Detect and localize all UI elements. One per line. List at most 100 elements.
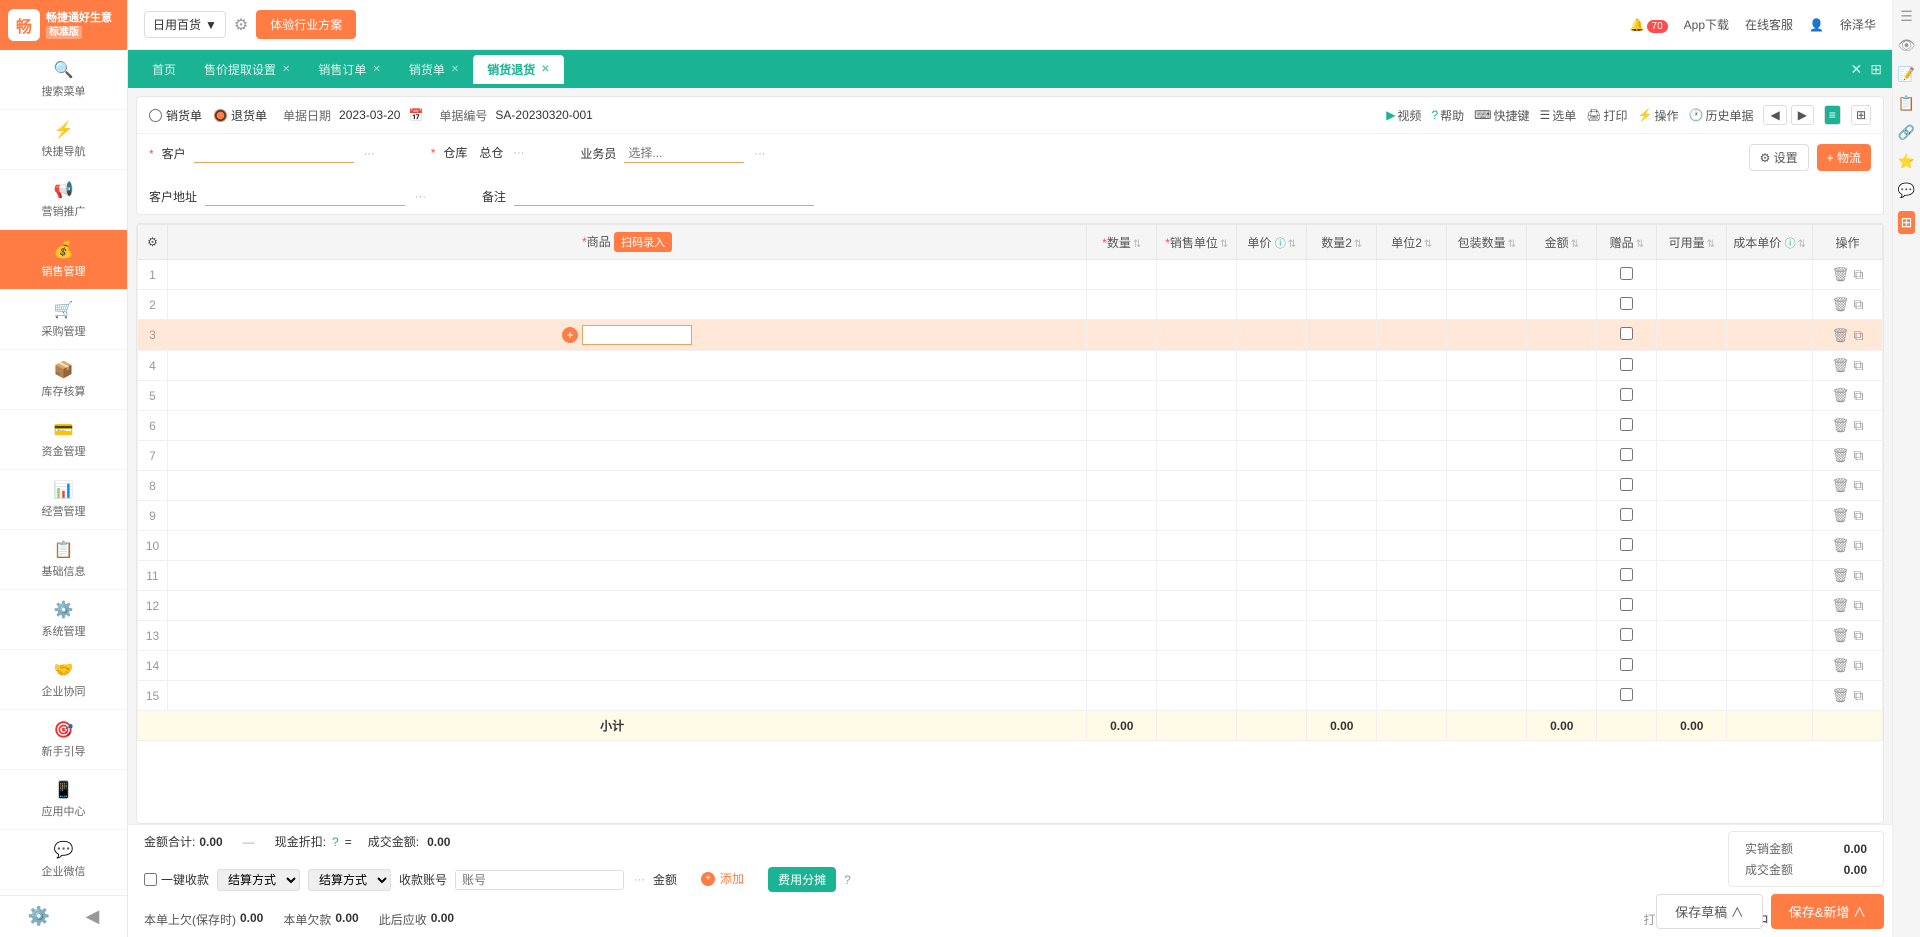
sidebar-item-guide[interactable]: 🎯新手引导: [0, 710, 127, 770]
gift-cell[interactable]: [1597, 591, 1657, 621]
delete-icon[interactable]: 🗑: [1832, 507, 1850, 524]
customer-select-btn[interactable]: ···: [364, 148, 375, 160]
amount-cell[interactable]: [1527, 381, 1597, 411]
tab-sales[interactable]: 销货单✕: [395, 55, 473, 84]
unit2-cell[interactable]: [1377, 411, 1447, 441]
rs-icon-5[interactable]: 🔗: [1898, 124, 1915, 141]
sidebar-item-sales[interactable]: 💰销售管理: [0, 230, 127, 290]
sidebar-item-basic[interactable]: 📋基础信息: [0, 530, 127, 590]
amount-cell[interactable]: [1527, 411, 1597, 441]
close-all-icon[interactable]: ✕: [1851, 61, 1863, 78]
unit-cell[interactable]: [1157, 621, 1237, 651]
delete-icon[interactable]: 🗑: [1832, 387, 1850, 404]
goods-cell[interactable]: [168, 531, 1087, 561]
goods-cell[interactable]: [168, 681, 1087, 711]
gift-cell[interactable]: [1597, 411, 1657, 441]
tab-home[interactable]: 首页: [138, 55, 190, 84]
price-cell[interactable]: [1237, 441, 1307, 471]
cost-cell[interactable]: [1727, 441, 1813, 471]
pkg-cell[interactable]: [1447, 320, 1527, 351]
amount-cell[interactable]: [1527, 320, 1597, 351]
amount-cell[interactable]: [1527, 471, 1597, 501]
goods-cell[interactable]: [168, 561, 1087, 591]
qty2-cell[interactable]: [1307, 381, 1377, 411]
amount-cell[interactable]: [1527, 290, 1597, 320]
salesperson-input[interactable]: [624, 144, 744, 163]
copy-icon[interactable]: ⧉: [1853, 266, 1863, 283]
unit-cell[interactable]: [1157, 651, 1237, 681]
available-cell[interactable]: [1657, 561, 1727, 591]
goods-cell[interactable]: [168, 651, 1087, 681]
copy-icon[interactable]: ⧉: [1853, 357, 1863, 374]
sort-available-icon[interactable]: ⇅: [1707, 239, 1715, 250]
pkg-cell[interactable]: [1447, 441, 1527, 471]
sort-pkg-icon[interactable]: ⇅: [1508, 239, 1516, 250]
available-cell[interactable]: [1657, 411, 1727, 441]
goods-cell[interactable]: [168, 621, 1087, 651]
delete-icon[interactable]: 🗑: [1832, 327, 1850, 344]
scan-input-btn[interactable]: 扫码录入: [614, 232, 672, 252]
cost-cell[interactable]: [1727, 351, 1813, 381]
available-cell[interactable]: [1657, 260, 1727, 290]
gift-cell[interactable]: [1597, 621, 1657, 651]
qty-cell[interactable]: [1087, 411, 1157, 441]
prev-btn[interactable]: ◀: [1763, 105, 1786, 125]
pkg-cell[interactable]: [1447, 471, 1527, 501]
copy-icon[interactable]: ⧉: [1853, 477, 1863, 494]
available-cell[interactable]: [1657, 591, 1727, 621]
price-cell[interactable]: [1237, 290, 1307, 320]
goods-cell[interactable]: [168, 501, 1087, 531]
goods-input[interactable]: [582, 325, 692, 345]
qty2-cell[interactable]: [1307, 441, 1377, 471]
help-btn[interactable]: ? 帮助: [1431, 107, 1464, 124]
tab-price-setting[interactable]: 售价提取设置✕: [190, 55, 304, 84]
unit2-cell[interactable]: [1377, 561, 1447, 591]
rs-icon-1[interactable]: ☰: [1900, 8, 1913, 25]
gift-cell[interactable]: [1597, 381, 1657, 411]
amount-cell[interactable]: [1527, 531, 1597, 561]
goods-cell[interactable]: [168, 351, 1087, 381]
gift-cell[interactable]: [1597, 320, 1657, 351]
gift-cell[interactable]: [1597, 651, 1657, 681]
price-cell[interactable]: [1237, 351, 1307, 381]
qty-cell[interactable]: [1087, 381, 1157, 411]
cost-cell[interactable]: [1727, 260, 1813, 290]
rs-icon-6[interactable]: ⭐: [1898, 153, 1915, 170]
radio-sales[interactable]: 销货单: [149, 107, 202, 124]
price-cell[interactable]: [1237, 471, 1307, 501]
delete-icon[interactable]: 🗑: [1832, 417, 1850, 434]
delete-icon[interactable]: 🗑: [1832, 597, 1850, 614]
tab-sales-return[interactable]: 销货退货✕: [473, 55, 563, 84]
amount-cell[interactable]: [1527, 561, 1597, 591]
rs-icon-7[interactable]: 💬: [1898, 182, 1915, 199]
unit2-cell[interactable]: [1377, 351, 1447, 381]
qty-cell[interactable]: [1087, 651, 1157, 681]
sort-unit2-icon[interactable]: ⇅: [1424, 239, 1432, 250]
delete-icon[interactable]: 🗑: [1832, 357, 1850, 374]
gift-cell[interactable]: [1597, 471, 1657, 501]
sort-cost-icon[interactable]: ⇅: [1798, 239, 1806, 250]
pkg-cell[interactable]: [1447, 651, 1527, 681]
cost-cell[interactable]: [1727, 290, 1813, 320]
qty-cell[interactable]: [1087, 260, 1157, 290]
split-help-icon[interactable]: ?: [844, 873, 851, 887]
account-input[interactable]: [455, 870, 624, 890]
calendar-icon[interactable]: 📅: [408, 108, 423, 122]
unit2-cell[interactable]: [1377, 320, 1447, 351]
available-cell[interactable]: [1657, 501, 1727, 531]
cost-cell[interactable]: [1727, 681, 1813, 711]
unit-cell[interactable]: [1157, 411, 1237, 441]
qty2-cell[interactable]: [1307, 621, 1377, 651]
sidebar-item-purchase[interactable]: 🛒采购管理: [0, 290, 127, 350]
delete-icon[interactable]: 🗑: [1832, 537, 1850, 554]
print-btn[interactable]: 🖨 打印: [1586, 107, 1627, 124]
copy-icon[interactable]: ⧉: [1853, 296, 1863, 313]
unit-cell[interactable]: [1157, 501, 1237, 531]
copy-icon[interactable]: ⧉: [1853, 387, 1863, 404]
amount-cell[interactable]: [1527, 621, 1597, 651]
remark-input[interactable]: [514, 187, 814, 206]
address-select-btn[interactable]: ···: [415, 191, 426, 203]
pkg-cell[interactable]: [1447, 501, 1527, 531]
sort-unit-icon[interactable]: ⇅: [1220, 239, 1228, 250]
copy-icon[interactable]: ⧉: [1853, 597, 1863, 614]
